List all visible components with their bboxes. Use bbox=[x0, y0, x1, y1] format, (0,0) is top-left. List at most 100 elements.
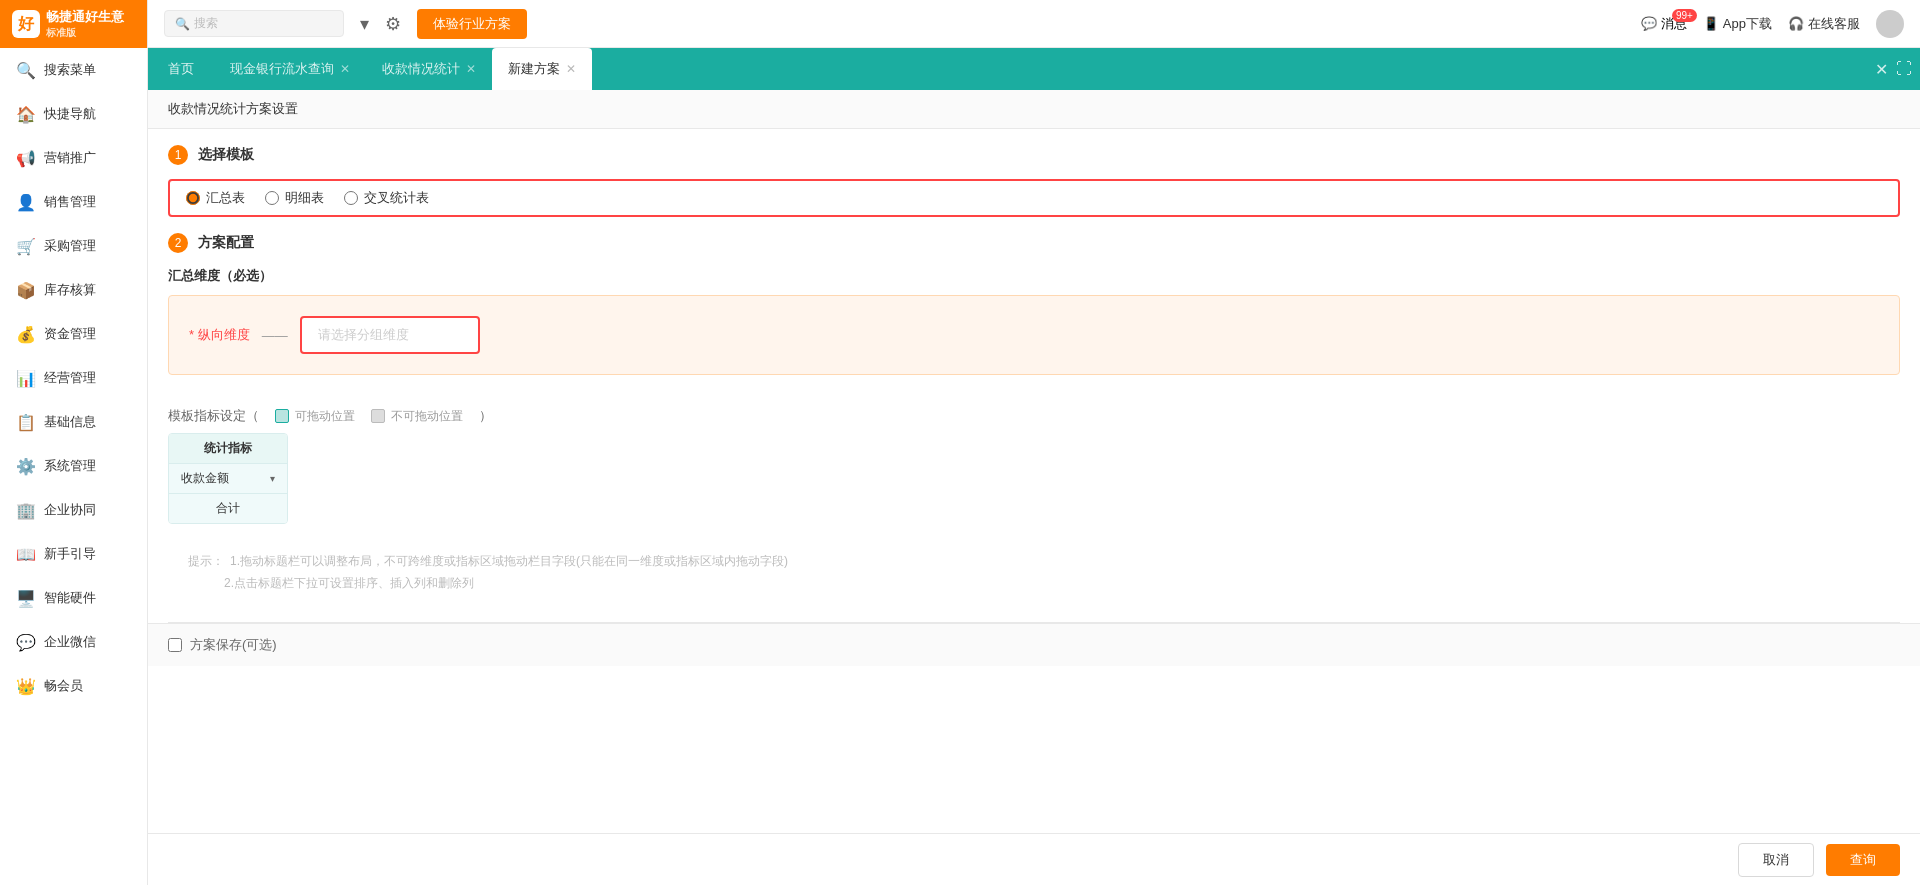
sidebar-item-label: 新手引导 bbox=[44, 545, 96, 563]
sidebar-item-label: 搜索菜单 bbox=[44, 61, 96, 79]
tab-new-plan-close[interactable]: ✕ bbox=[566, 62, 576, 76]
member-icon: 👑 bbox=[16, 677, 36, 696]
maximize-btn[interactable]: ⛶ bbox=[1896, 60, 1912, 78]
sidebar-item-finance[interactable]: 💰 资金管理 bbox=[0, 312, 147, 356]
online-service-link[interactable]: 🎧 在线客服 bbox=[1788, 15, 1860, 33]
radio-mingxi-label: 明细表 bbox=[285, 189, 324, 207]
search-placeholder: 搜索 bbox=[194, 15, 218, 32]
purchase-icon: 🛒 bbox=[16, 237, 36, 256]
tab-collection[interactable]: 收款情况统计 ✕ bbox=[366, 48, 492, 90]
tab-new-plan[interactable]: 新建方案 ✕ bbox=[492, 48, 592, 90]
dimension-row: * 纵向维度 —— 请选择分组维度 bbox=[189, 316, 1879, 354]
sidebar-item-label: 销售管理 bbox=[44, 193, 96, 211]
indicator-amount-label: 收款金额 bbox=[181, 470, 229, 487]
tab-collection-label: 收款情况统计 bbox=[382, 60, 460, 78]
logo-icon: 好 bbox=[12, 10, 40, 38]
logo-text: 畅捷通好生意 bbox=[46, 8, 124, 26]
dimension-label: 汇总维度（必选） bbox=[168, 267, 1900, 285]
home-icon: 🏠 bbox=[16, 105, 36, 124]
notification-badge: 99+ bbox=[1672, 9, 1697, 22]
dimension-config: 汇总维度（必选） * 纵向维度 —— 请选择分组维度 bbox=[168, 267, 1900, 407]
download-icon: 📱 bbox=[1703, 16, 1719, 31]
system-icon: ⚙️ bbox=[16, 457, 36, 476]
trial-button[interactable]: 体验行业方案 bbox=[417, 9, 527, 39]
header: 🔍 搜索 ▾ ⚙ 体验行业方案 💬 消息 99+ 📱 App下载 🎧 在线客服 bbox=[148, 0, 1920, 48]
indicator-settings: 模板指标设定（ 可拖动位置 不可拖动位置 ） bbox=[168, 407, 1900, 527]
indicator-total: 合计 bbox=[169, 493, 287, 523]
indicator-row-amount[interactable]: 收款金额 ▾ bbox=[169, 463, 287, 493]
sidebar-item-hardware[interactable]: 🖥️ 智能硬件 bbox=[0, 576, 147, 620]
dim-arrow: —— bbox=[262, 328, 288, 343]
notification-bell[interactable]: 💬 消息 99+ bbox=[1641, 15, 1687, 33]
tab-cashflow[interactable]: 现金银行流水查询 ✕ bbox=[214, 48, 366, 90]
query-button[interactable]: 查询 bbox=[1826, 844, 1900, 876]
sidebar-item-nav[interactable]: 🏠 快捷导航 bbox=[0, 92, 147, 136]
sidebar-item-purchase[interactable]: 🛒 采购管理 bbox=[0, 224, 147, 268]
user-avatar[interactable] bbox=[1876, 10, 1904, 38]
gear-icon[interactable]: ⚙ bbox=[385, 13, 401, 35]
corp-icon: 🏢 bbox=[16, 501, 36, 520]
sales-icon: 👤 bbox=[16, 193, 36, 212]
sidebar-item-system[interactable]: ⚙️ 系统管理 bbox=[0, 444, 147, 488]
radio-jiaocha-input[interactable] bbox=[344, 191, 358, 205]
marketing-icon: 📢 bbox=[16, 149, 36, 168]
chevron-down-icon: ▾ bbox=[270, 473, 275, 484]
indicator-title-text: 模板指标设定（ bbox=[168, 407, 259, 425]
sidebar-item-search[interactable]: 🔍 搜索菜单 bbox=[0, 48, 147, 92]
cancel-button[interactable]: 取消 bbox=[1738, 843, 1814, 877]
sidebar-item-base[interactable]: 📋 基础信息 bbox=[0, 400, 147, 444]
sidebar-item-guide[interactable]: 📖 新手引导 bbox=[0, 532, 147, 576]
sidebar-item-marketing[interactable]: 📢 营销推广 bbox=[0, 136, 147, 180]
step1-section: 1 选择模板 汇总表 明细表 bbox=[148, 129, 1920, 233]
tab-bar: 首页 现金银行流水查询 ✕ 收款情况统计 ✕ 新建方案 ✕ ✕ ⛶ bbox=[148, 48, 1920, 90]
step2-num: 2 bbox=[168, 233, 188, 253]
non-draggable-legend-label: 不可拖动位置 bbox=[391, 408, 463, 425]
tip-text-1: 1.拖动标题栏可以调整布局，不可跨维度或指标区域拖动栏目字段(只能在同一维度或指… bbox=[230, 551, 788, 573]
search-box[interactable]: 🔍 搜索 bbox=[164, 10, 344, 37]
save-checkbox[interactable] bbox=[168, 638, 182, 652]
tab-cashflow-close[interactable]: ✕ bbox=[340, 62, 350, 76]
sidebar: 好 畅捷通好生意 标准版 🔍 搜索菜单 🏠 快捷导航 📢 营销推广 👤 销售管理… bbox=[0, 0, 148, 885]
sidebar-item-label: 快捷导航 bbox=[44, 105, 96, 123]
close-window-btn[interactable]: ✕ bbox=[1875, 60, 1888, 79]
radio-jiaocha-label: 交叉统计表 bbox=[364, 189, 429, 207]
sidebar-item-weixin[interactable]: 💬 企业微信 bbox=[0, 620, 147, 664]
radio-huizong[interactable]: 汇总表 bbox=[186, 189, 245, 207]
footer-save-section: 方案保存(可选) bbox=[148, 623, 1920, 666]
logo: 好 畅捷通好生意 标准版 bbox=[0, 0, 147, 48]
template-radio-group: 汇总表 明细表 交叉统计表 bbox=[186, 189, 429, 207]
legend-draggable: 可拖动位置 bbox=[275, 408, 355, 425]
tip-2: 2.点击标题栏下拉可设置排序、插入列和删除列 bbox=[224, 573, 1880, 595]
sidebar-item-label: 经营管理 bbox=[44, 369, 96, 387]
sidebar-item-corp[interactable]: 🏢 企业协同 bbox=[0, 488, 147, 532]
app-download-link[interactable]: 📱 App下载 bbox=[1703, 15, 1772, 33]
page-content-area: 收款情况统计方案设置 1 选择模板 汇总表 明 bbox=[148, 90, 1920, 833]
tab-home[interactable]: 首页 bbox=[148, 48, 214, 90]
step1-header: 1 选择模板 bbox=[168, 145, 1900, 165]
radio-jiaocha[interactable]: 交叉统计表 bbox=[344, 189, 429, 207]
sidebar-item-sales[interactable]: 👤 销售管理 bbox=[0, 180, 147, 224]
guide-icon: 📖 bbox=[16, 545, 36, 564]
header-right: 💬 消息 99+ 📱 App下载 🎧 在线客服 bbox=[1641, 10, 1904, 38]
dropdown-icon[interactable]: ▾ bbox=[360, 13, 369, 35]
tab-collection-close[interactable]: ✕ bbox=[466, 62, 476, 76]
weixin-icon: 💬 bbox=[16, 633, 36, 652]
radio-huizong-input[interactable] bbox=[186, 191, 200, 205]
dim-select-box[interactable]: 请选择分组维度 bbox=[300, 316, 480, 354]
step2-header: 2 方案配置 bbox=[168, 233, 1900, 253]
sidebar-item-inventory[interactable]: 📦 库存核算 bbox=[0, 268, 147, 312]
radio-mingxi[interactable]: 明细表 bbox=[265, 189, 324, 207]
logo-sub: 标准版 bbox=[46, 26, 124, 40]
tab-new-plan-label: 新建方案 bbox=[508, 60, 560, 78]
sidebar-item-management[interactable]: 📊 经营管理 bbox=[0, 356, 147, 400]
page-title: 收款情况统计方案设置 bbox=[168, 101, 298, 116]
tip-text-2: 2.点击标题栏下拉可设置排序、插入列和删除列 bbox=[224, 573, 474, 595]
sidebar-item-label: 资金管理 bbox=[44, 325, 96, 343]
sidebar-item-member[interactable]: 👑 畅会员 bbox=[0, 664, 147, 708]
search-icon: 🔍 bbox=[16, 61, 36, 80]
radio-mingxi-input[interactable] bbox=[265, 191, 279, 205]
management-icon: 📊 bbox=[16, 369, 36, 388]
tab-cashflow-label: 现金银行流水查询 bbox=[230, 60, 334, 78]
main-area: 🔍 搜索 ▾ ⚙ 体验行业方案 💬 消息 99+ 📱 App下载 🎧 在线客服 bbox=[148, 0, 1920, 885]
vertical-dim-label: * 纵向维度 bbox=[189, 326, 250, 344]
